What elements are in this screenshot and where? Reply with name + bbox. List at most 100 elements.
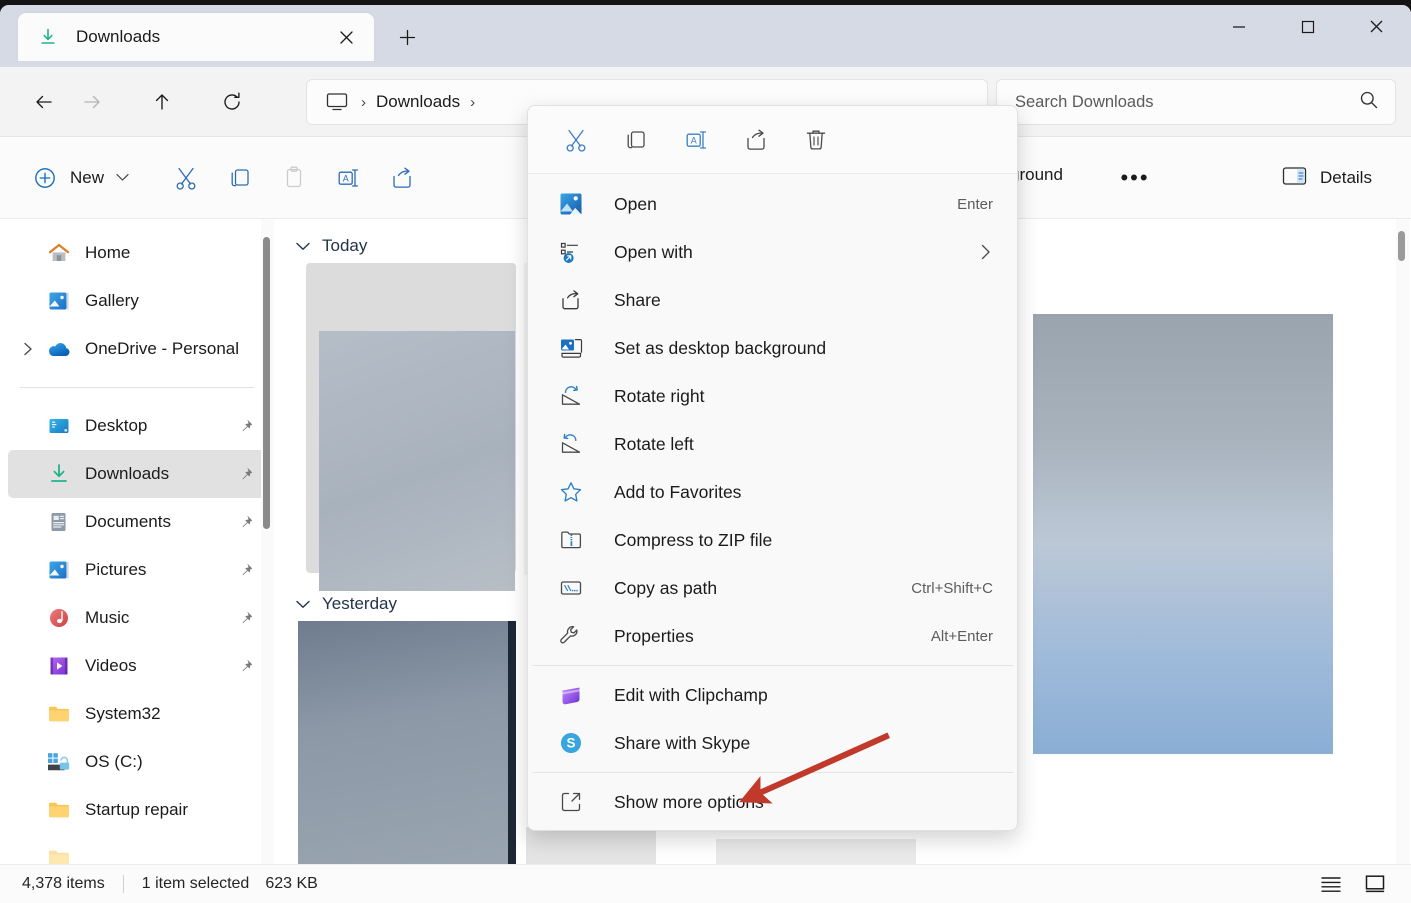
maximize-button[interactable] (1273, 5, 1342, 48)
pin-icon[interactable] (232, 466, 258, 483)
details-view-button[interactable] (1313, 869, 1349, 899)
rename-icon[interactable]: A (666, 118, 726, 162)
close-button[interactable] (1342, 5, 1411, 48)
close-icon[interactable] (328, 21, 364, 53)
new-tab-button[interactable] (388, 21, 426, 53)
pin-icon[interactable] (232, 610, 258, 627)
sidebar-item-system32[interactable]: System32 (8, 690, 268, 738)
cut-icon[interactable] (546, 118, 606, 162)
group-header-label: Yesterday (322, 594, 397, 613)
chevron-right-icon[interactable] (14, 325, 42, 373)
sidebar-item-music[interactable]: Music (8, 594, 268, 642)
status-view-toggles (1313, 869, 1393, 899)
file-thumbnail-large[interactable] (1033, 314, 1333, 754)
tab-title: Downloads (76, 27, 161, 46)
menu-item-rotate-right[interactable]: Rotate right (532, 372, 1013, 420)
menu-item-share-with-skype[interactable]: S Share with Skype (532, 719, 1013, 767)
breadcrumb-trailing-separator[interactable]: › (470, 94, 475, 111)
more-options-button[interactable]: ••• (1112, 157, 1158, 199)
pin-icon[interactable] (232, 658, 258, 675)
sidebar-item-onedrive[interactable]: OneDrive - Personal (8, 325, 268, 373)
music-icon (46, 605, 72, 631)
sidebar-scrollbar-thumb[interactable] (263, 237, 270, 529)
sidebar-item-os-c[interactable]: OS (C:) (8, 738, 268, 786)
menu-item-copy-as-path[interactable]: Copy as path Ctrl+Shift+C (532, 564, 1013, 612)
status-divider (122, 875, 124, 893)
up-button[interactable] (142, 82, 182, 122)
details-pane-button[interactable]: Details (1272, 157, 1382, 199)
forward-button[interactable] (72, 82, 112, 122)
nav-chevron-placeholder (14, 402, 42, 450)
search-input[interactable] (1015, 92, 1359, 112)
nav-chevron-placeholder (14, 498, 42, 546)
refresh-button[interactable] (212, 82, 252, 122)
sidebar-item-label: OneDrive - Personal (85, 339, 240, 358)
group-header-yesterday[interactable]: Yesterday (296, 591, 397, 617)
content-scrollbar-thumb[interactable] (1398, 231, 1405, 261)
copy-button[interactable] (217, 156, 263, 200)
new-button-label: New (70, 167, 105, 187)
search-box[interactable] (996, 79, 1396, 125)
window-controls (1204, 5, 1411, 48)
file-thumbnail[interactable] (298, 621, 508, 866)
sidebar-item-gallery[interactable]: Gallery (8, 277, 268, 325)
menu-item-label: Set as desktop background (614, 337, 827, 358)
share-icon (558, 287, 584, 313)
videos-icon (46, 653, 72, 679)
new-button[interactable]: New (22, 156, 141, 200)
sidebar-item-documents[interactable]: Documents (8, 498, 268, 546)
screenshot-root: Downloads › Downloads › Search Downloads… (0, 0, 1411, 903)
rename-button[interactable]: A (325, 156, 371, 200)
rotate-right-icon (558, 383, 584, 409)
menu-item-rotate-left[interactable]: Rotate left (532, 420, 1013, 468)
group-header-label: Today (322, 236, 368, 255)
sidebar-item-pictures[interactable]: Pictures (8, 546, 268, 594)
status-selection: 1 item selected (141, 875, 250, 892)
gallery-icon (46, 288, 72, 314)
cut-button[interactable] (163, 156, 209, 200)
menu-item-edit-with-clipchamp[interactable]: Edit with Clipchamp (532, 671, 1013, 719)
sidebar-item-downloads[interactable]: Downloads (8, 450, 268, 498)
sidebar-item-startup-repair[interactable]: Startup repair (8, 786, 268, 834)
menu-item-open-with[interactable]: Open with (532, 228, 1013, 276)
file-thumbnail[interactable] (319, 331, 515, 591)
paste-button[interactable] (271, 156, 317, 200)
menu-item-label: Open with (614, 241, 693, 262)
content-scrollbar-track[interactable] (1396, 219, 1409, 869)
search-icon[interactable] (1359, 90, 1379, 115)
menu-item-compress-to-zip[interactable]: Compress to ZIP file (532, 516, 1013, 564)
file-thumbnail[interactable] (526, 827, 656, 869)
pin-icon[interactable] (232, 562, 258, 579)
tab-downloads[interactable]: Downloads (18, 13, 374, 61)
sidebar-scrollbar-track[interactable] (261, 219, 274, 869)
menu-item-label: Open (614, 193, 657, 214)
large-icons-view-button[interactable] (1357, 869, 1393, 899)
sidebar-item-label: Pictures (85, 560, 147, 579)
menu-item-set-as-desktop-background[interactable]: Set as desktop background (532, 324, 1013, 372)
svg-text:S: S (566, 736, 575, 751)
share-button[interactable] (379, 156, 425, 200)
sidebar-item-desktop[interactable]: Desktop (8, 402, 268, 450)
back-button[interactable] (24, 82, 64, 122)
delete-icon[interactable] (786, 118, 846, 162)
menu-item-label: Share with Skype (614, 732, 751, 753)
breadcrumb-separator: › (361, 93, 366, 111)
sidebar-item-videos[interactable]: Videos (8, 642, 268, 690)
menu-item-open[interactable]: Open Enter (532, 180, 1013, 228)
menu-item-properties[interactable]: Properties Alt+Enter (532, 612, 1013, 660)
pin-icon[interactable] (232, 514, 258, 531)
menu-item-show-more-options[interactable]: Show more options (532, 778, 1013, 826)
sidebar-item-home[interactable]: Home (8, 229, 268, 277)
share-icon[interactable] (726, 118, 786, 162)
minimize-button[interactable] (1204, 5, 1273, 48)
pin-icon[interactable] (232, 418, 258, 435)
sidebar-item-label: Music (85, 608, 130, 627)
menu-item-add-to-favorites[interactable]: Add to Favorites (532, 468, 1013, 516)
menu-item-share[interactable]: Share (532, 276, 1013, 324)
onedrive-icon (46, 336, 72, 362)
copy-icon[interactable] (606, 118, 666, 162)
group-header-today[interactable]: Today (296, 233, 367, 259)
nav-chevron-placeholder (14, 690, 42, 738)
breadcrumb-current[interactable]: Downloads (376, 92, 460, 112)
details-pane-label: Details (1320, 168, 1372, 187)
